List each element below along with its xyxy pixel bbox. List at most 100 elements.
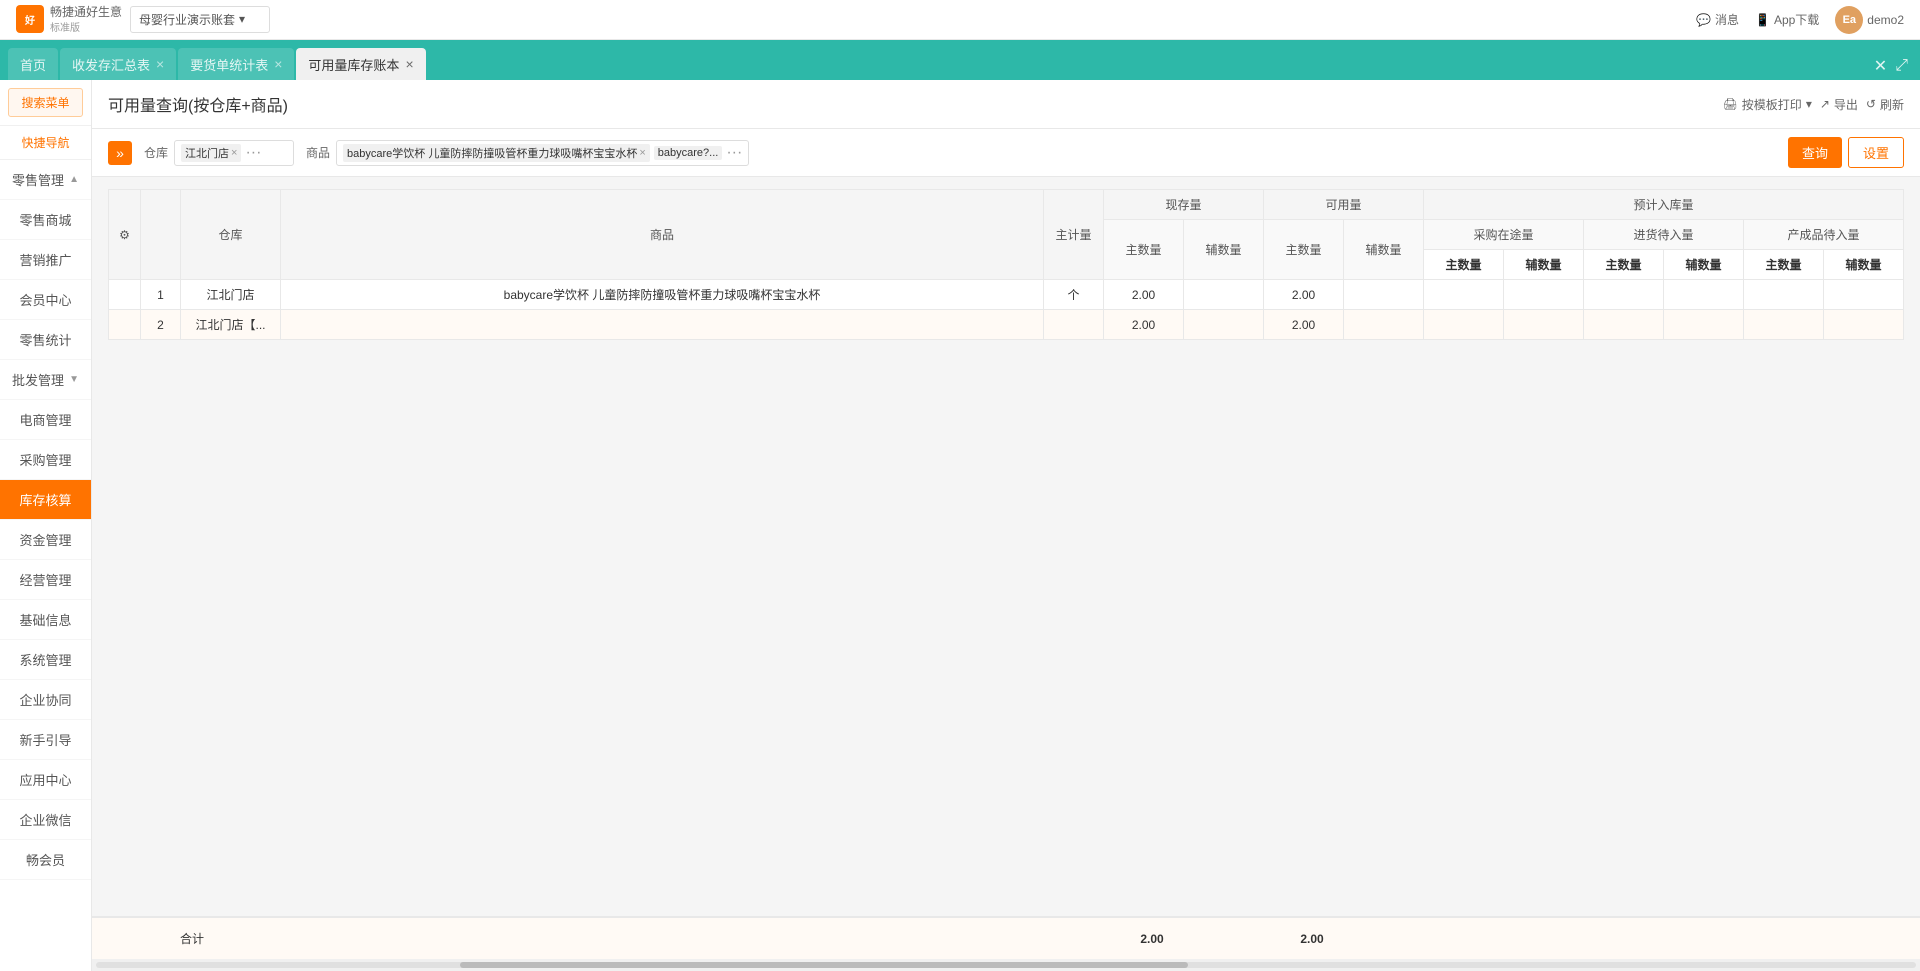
tab-order-stats[interactable]: 要货单统计表 ×	[178, 48, 294, 80]
th-stock-aux: 辅数量	[1184, 220, 1264, 280]
subtotal-stock-aux-cell	[1184, 310, 1264, 340]
product-more-icon[interactable]: ···	[726, 144, 742, 162]
sidebar-item-system[interactable]: 系统管理	[0, 640, 91, 680]
footer-stock-aux-cell	[1192, 924, 1272, 953]
th-stock-main: 主数量	[1104, 220, 1184, 280]
subtotal-settings-cell	[109, 310, 141, 340]
tab-receivable-label: 收发存汇总表	[72, 55, 150, 74]
table-container: ⚙ 仓库 商品 主计量 现存量 可用量 预计入库量 主数量 辅数量 主数量 辅数…	[92, 177, 1920, 916]
subtotal-product-aux-cell	[1824, 310, 1904, 340]
sidebar-item-collab[interactable]: 企业协同	[0, 680, 91, 720]
scrollbar-thumb[interactable]	[460, 962, 1188, 968]
tab-available-stock-close[interactable]: ×	[405, 57, 413, 71]
subtotal-avail-main-cell: 2.00	[1264, 310, 1344, 340]
product-tag-1: babycare学饮杯 儿童防摔防撞吸管杯重力球吸嘴杯宝宝水杯 ×	[343, 144, 650, 162]
print-label: 按模板打印	[1742, 96, 1802, 113]
sidebar-item-retail-mgmt[interactable]: 零售管理 ▲	[0, 160, 91, 200]
warehouse-more-icon[interactable]: ···	[245, 144, 261, 162]
row-stock-aux-cell	[1184, 280, 1264, 310]
sidebar-item-operations[interactable]: 经营管理	[0, 560, 91, 600]
table-footer: 合计 2.00 2.00	[92, 916, 1920, 959]
th-inbound-aux: 辅数量	[1664, 250, 1744, 280]
chevron-down-icon: ▾	[239, 12, 245, 26]
sidebar-enterprise-wechat-label: 企业微信	[19, 810, 71, 829]
th-inbound-sub: 进货待入量	[1584, 220, 1744, 250]
row-inbound-aux-cell	[1664, 280, 1744, 310]
row-product-aux-cell	[1824, 280, 1904, 310]
warehouse-filter-input[interactable]: 江北门店 × ···	[174, 140, 294, 166]
export-action[interactable]: ↗ 导出	[1820, 96, 1858, 113]
search-menu-button[interactable]: 搜索菜单	[8, 88, 83, 117]
sidebar-item-marketing[interactable]: 营销推广	[0, 240, 91, 280]
header-actions: 🖨 按模板打印 ▾ ↗ 导出 ↺ 刷新	[1723, 96, 1904, 113]
sidebar-collab-label: 企业协同	[19, 690, 71, 709]
tab-home[interactable]: 首页	[8, 48, 58, 80]
filter-expand-button[interactable]: »	[108, 141, 132, 165]
tab-order-stats-label: 要货单统计表	[190, 55, 268, 74]
sidebar-item-enterprise-wechat[interactable]: 企业微信	[0, 800, 91, 840]
message-action[interactable]: 💬 消息	[1696, 11, 1739, 28]
row-inbound-main-cell	[1584, 280, 1664, 310]
row-settings-cell	[109, 280, 141, 310]
data-table: ⚙ 仓库 商品 主计量 现存量 可用量 预计入库量 主数量 辅数量 主数量 辅数…	[108, 189, 1904, 340]
industry-selector[interactable]: 母婴行业演示账套 ▾	[130, 6, 270, 33]
topbar-left: 好 畅捷通好生意 标准版 母婴行业演示账套 ▾	[16, 5, 270, 34]
query-button[interactable]: 查询	[1788, 137, 1842, 168]
sidebar-item-retail-mall[interactable]: 零售商城	[0, 200, 91, 240]
warehouse-tag-remove[interactable]: ×	[231, 147, 237, 159]
subtotal-stock-main-cell: 2.00	[1104, 310, 1184, 340]
sidebar-item-basic-info[interactable]: 基础信息	[0, 600, 91, 640]
footer-label-cell: 合计	[172, 924, 272, 953]
sidebar-item-inventory[interactable]: 库存核算	[0, 480, 91, 520]
warehouse-tag: 江北门店 ×	[181, 144, 241, 162]
quick-nav-area: 快捷导航	[0, 126, 91, 160]
industry-selector-value: 母婴行业演示账套	[139, 11, 235, 28]
sidebar-item-newbie[interactable]: 新手引导	[0, 720, 91, 760]
sidebar-app-center-label: 应用中心	[19, 770, 71, 789]
tab-receivable-close[interactable]: ×	[156, 57, 164, 71]
sidebar-item-app-center[interactable]: 应用中心	[0, 760, 91, 800]
subtotal-avail-aux-cell	[1344, 310, 1424, 340]
sidebar-item-member[interactable]: 会员中心	[0, 280, 91, 320]
subtotal-product-cell	[281, 310, 1044, 340]
print-action[interactable]: 🖨 按模板打印 ▾	[1723, 96, 1812, 113]
sidebar-item-finance[interactable]: 资金管理	[0, 520, 91, 560]
setting-button[interactable]: 设置	[1848, 137, 1904, 168]
sidebar-item-ecommerce[interactable]: 电商管理	[0, 400, 91, 440]
sidebar-item-purchase[interactable]: 采购管理	[0, 440, 91, 480]
subtotal-purchase-main-cell	[1424, 310, 1504, 340]
th-warehouse: 仓库	[181, 190, 281, 280]
close-tab-icon[interactable]: ✕	[1874, 56, 1887, 76]
product-filter-input[interactable]: babycare学饮杯 儿童防摔防撞吸管杯重力球吸嘴杯宝宝水杯 × babyca…	[336, 140, 749, 166]
footer-inbound-main-cell	[1592, 924, 1672, 953]
subtotal-inbound-main-cell	[1584, 310, 1664, 340]
tab-receivable[interactable]: 收发存汇总表 ×	[60, 48, 176, 80]
product-filter-label: 商品	[306, 144, 330, 161]
app-download-action[interactable]: 📱 App下载	[1755, 11, 1819, 28]
horizontal-scrollbar[interactable]	[92, 959, 1920, 971]
sidebar-item-wholesale[interactable]: 批发管理 ▼	[0, 360, 91, 400]
tabbar-actions: ✕ ⤢	[1862, 56, 1920, 80]
footer-product-main-cell	[1752, 924, 1832, 953]
sidebar-item-member2[interactable]: 畅会员	[0, 840, 91, 880]
th-row-num	[141, 190, 181, 280]
footer-product-cell	[272, 924, 1052, 953]
tab-order-stats-close[interactable]: ×	[274, 57, 282, 71]
footer-purchase-main-cell	[1432, 924, 1512, 953]
sidebar-system-label: 系统管理	[19, 650, 71, 669]
tab-available-stock[interactable]: 可用量库存账本 ×	[296, 48, 425, 80]
maximize-icon[interactable]: ⤢	[1895, 57, 1908, 75]
sidebar-item-retail-stats[interactable]: 零售统计	[0, 320, 91, 360]
refresh-action[interactable]: ↺ 刷新	[1866, 96, 1904, 113]
row-purchase-main-cell	[1424, 280, 1504, 310]
topbar-right: 💬 消息 📱 App下载 Ea demo2	[1696, 6, 1904, 34]
quick-nav-link[interactable]: 快捷导航	[21, 136, 69, 150]
refresh-label: 刷新	[1880, 96, 1904, 113]
user-area[interactable]: Ea demo2	[1835, 6, 1904, 34]
row-num-cell: 1	[141, 280, 181, 310]
footer-purchase-aux-cell	[1512, 924, 1592, 953]
product-tag-1-remove[interactable]: ×	[639, 147, 645, 159]
th-product-main: 主数量	[1744, 250, 1824, 280]
th-forecast-group: 预计入库量	[1424, 190, 1904, 220]
th-settings[interactable]: ⚙	[109, 190, 141, 280]
